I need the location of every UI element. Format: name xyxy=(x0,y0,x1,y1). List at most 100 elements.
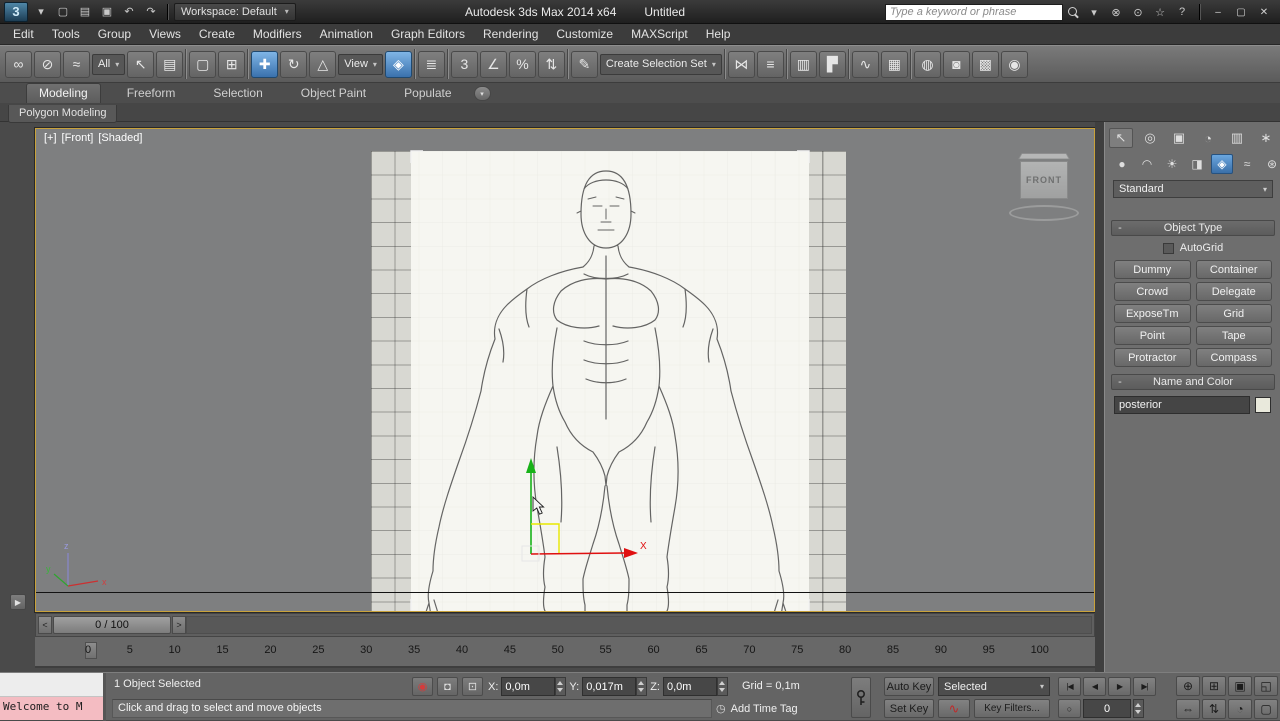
rollout-name-and-color[interactable]: - Name and Color xyxy=(1111,374,1275,390)
dummy-button[interactable]: Dummy xyxy=(1114,260,1191,279)
viewport-menu-pov[interactable]: [Front] xyxy=(62,132,94,144)
rectangular-selection-icon[interactable]: ▢ xyxy=(189,50,217,78)
tab-modeling[interactable]: Modeling xyxy=(26,83,101,103)
align-icon[interactable]: ≡ xyxy=(756,50,784,78)
rollout-object-type[interactable]: - Object Type xyxy=(1111,220,1275,236)
z-coordinate-field[interactable] xyxy=(662,677,717,696)
previous-frame-button[interactable]: ◀ xyxy=(1083,677,1106,696)
help-icon[interactable]: ? xyxy=(1172,3,1192,21)
render-setup-icon[interactable]: ◙ xyxy=(942,50,970,78)
select-object-icon[interactable]: ↖ xyxy=(127,50,155,78)
menu-animation[interactable]: Animation xyxy=(311,25,382,43)
viewcube-compass-ring[interactable] xyxy=(1009,205,1079,221)
menu-rendering[interactable]: Rendering xyxy=(474,25,547,43)
viewport-menu-general[interactable]: [+] xyxy=(44,132,57,144)
current-frame-field[interactable] xyxy=(1083,699,1131,718)
container-button[interactable]: Container xyxy=(1195,260,1272,279)
object-color-swatch[interactable] xyxy=(1255,397,1271,413)
redo-icon[interactable]: ↷ xyxy=(141,3,161,21)
schematic-view-icon[interactable]: ▦ xyxy=(880,50,908,78)
time-slider[interactable]: < 0 / 100 > xyxy=(35,613,1095,637)
tab-utilities-icon[interactable]: ∗ xyxy=(1254,128,1278,148)
search-icon[interactable] xyxy=(1067,6,1080,19)
pan-icon[interactable]: ⇔ xyxy=(1176,699,1200,719)
compass-button[interactable]: Compass xyxy=(1195,348,1272,367)
time-slider-handle[interactable]: 0 / 100 xyxy=(53,616,171,634)
tab-motion-icon[interactable]: ◔ xyxy=(1196,128,1220,148)
tab-polygon-modeling[interactable]: Polygon Modeling xyxy=(8,105,118,123)
spinner-snap-icon[interactable]: ⇅ xyxy=(537,50,565,78)
maximize-button[interactable]: ▢ xyxy=(1230,4,1252,21)
x-spinner[interactable] xyxy=(555,677,567,696)
search-caret-icon[interactable]: ▾ xyxy=(1084,3,1104,21)
unlink-selection-icon[interactable]: ⊘ xyxy=(34,50,61,78)
viewcube[interactable]: FRONT xyxy=(1008,149,1080,223)
select-and-rotate-icon[interactable]: ↻ xyxy=(280,50,308,78)
menu-tools[interactable]: Tools xyxy=(43,25,89,43)
selection-filter-dropdown[interactable]: All ▾ xyxy=(92,53,126,75)
graphite-ribbon-icon[interactable]: ▛ xyxy=(818,50,846,78)
snap-toggle-icon[interactable]: 3 xyxy=(450,50,478,78)
communication-center-icon[interactable]: ⊙ xyxy=(1128,3,1148,21)
gizmo-x-axis[interactable] xyxy=(530,552,625,555)
gizmo-x-arrowhead[interactable] xyxy=(624,548,638,558)
reference-coordinate-dropdown[interactable]: View ▾ xyxy=(338,53,383,75)
object-class-dropdown[interactable]: Standard ▾ xyxy=(1113,180,1273,198)
go-to-start-button[interactable]: |◀ xyxy=(1058,677,1081,696)
material-editor-icon[interactable]: ◍ xyxy=(913,50,941,78)
next-frame-arrow[interactable]: > xyxy=(172,616,186,634)
undo-icon[interactable]: ↶ xyxy=(119,3,139,21)
track-bar[interactable]: 0 5 10 15 20 25 30 35 40 45 50 55 60 65 70 75 80 85 90 95 10… xyxy=(35,637,1095,668)
protractor-button[interactable]: Protractor xyxy=(1114,348,1191,367)
tab-object-paint[interactable]: Object Paint xyxy=(289,84,378,103)
frame-spinner[interactable] xyxy=(1133,699,1144,718)
favorites-icon[interactable]: ☆ xyxy=(1150,3,1170,21)
select-and-scale-icon[interactable]: △ xyxy=(309,50,337,78)
zoom-icon[interactable]: ⊕ xyxy=(1176,676,1200,696)
menu-edit[interactable]: Edit xyxy=(4,25,43,43)
set-keys-button[interactable] xyxy=(851,677,871,718)
save-file-icon[interactable]: ▣ xyxy=(97,3,117,21)
auto-key-button[interactable]: Auto Key xyxy=(884,677,934,696)
play-animation-button[interactable]: ▶ xyxy=(1108,677,1131,696)
gizmo-xy-plane-handle[interactable] xyxy=(531,523,560,554)
menu-customize[interactable]: Customize xyxy=(547,25,622,43)
viewport-layout-tab-button[interactable]: ▶ xyxy=(10,594,26,610)
animate-selection-dropdown[interactable]: Selected ▾ xyxy=(938,677,1050,696)
zoom-region-icon[interactable]: ◱ xyxy=(1254,676,1278,696)
render-production-icon[interactable]: ◉ xyxy=(1000,50,1028,78)
viewcube-front-face[interactable]: FRONT xyxy=(1020,161,1068,199)
previous-frame-arrow[interactable]: < xyxy=(38,616,52,634)
category-systems-icon[interactable]: ⊛ xyxy=(1261,154,1280,174)
key-filters-button[interactable]: Key Filters... xyxy=(974,699,1050,718)
category-shapes-icon[interactable]: ◠ xyxy=(1136,154,1158,174)
orbit-icon[interactable]: ◔ xyxy=(1228,699,1252,719)
menu-views[interactable]: Views xyxy=(140,25,190,43)
collapse-icon[interactable]: - xyxy=(1112,222,1128,234)
listener-pane[interactable]: Welcome to M xyxy=(0,697,103,720)
crowd-button[interactable]: Crowd xyxy=(1114,282,1191,301)
app-menu-caret-icon[interactable]: ▾ xyxy=(31,3,51,21)
select-and-move-icon[interactable]: ✚ xyxy=(251,50,279,78)
tape-button[interactable]: Tape xyxy=(1195,326,1272,345)
delegate-button[interactable]: Delegate xyxy=(1195,282,1272,301)
window-crossing-icon[interactable]: ⊞ xyxy=(218,50,246,78)
point-button[interactable]: Point xyxy=(1114,326,1191,345)
menu-help[interactable]: Help xyxy=(697,25,740,43)
maxscript-mini-listener[interactable]: Welcome to M xyxy=(0,673,106,721)
minimize-button[interactable]: – xyxy=(1207,4,1229,21)
mirror-icon[interactable]: ⋈ xyxy=(727,50,755,78)
named-selection-set-dropdown[interactable]: Create Selection Set ▾ xyxy=(599,53,722,75)
z-spinner[interactable] xyxy=(716,677,728,696)
key-mode-toggle[interactable]: ○ xyxy=(1058,699,1081,718)
select-and-manipulate-icon[interactable]: ◈ xyxy=(384,50,412,78)
close-button[interactable]: ✕ xyxy=(1253,4,1275,21)
selection-lock-icon[interactable]: ◘ xyxy=(437,677,458,696)
viewport-front[interactable]: X z x y FRONT [+] [Front] [Shaded] xyxy=(34,127,1096,613)
ribbon-config-button[interactable]: ▾ xyxy=(473,86,491,101)
menu-graph-editors[interactable]: Graph Editors xyxy=(382,25,474,43)
select-and-link-icon[interactable]: ∞ xyxy=(5,50,32,78)
category-geometry-icon[interactable]: ● xyxy=(1111,154,1133,174)
tab-selection[interactable]: Selection xyxy=(201,84,274,103)
y-spinner[interactable] xyxy=(636,677,648,696)
